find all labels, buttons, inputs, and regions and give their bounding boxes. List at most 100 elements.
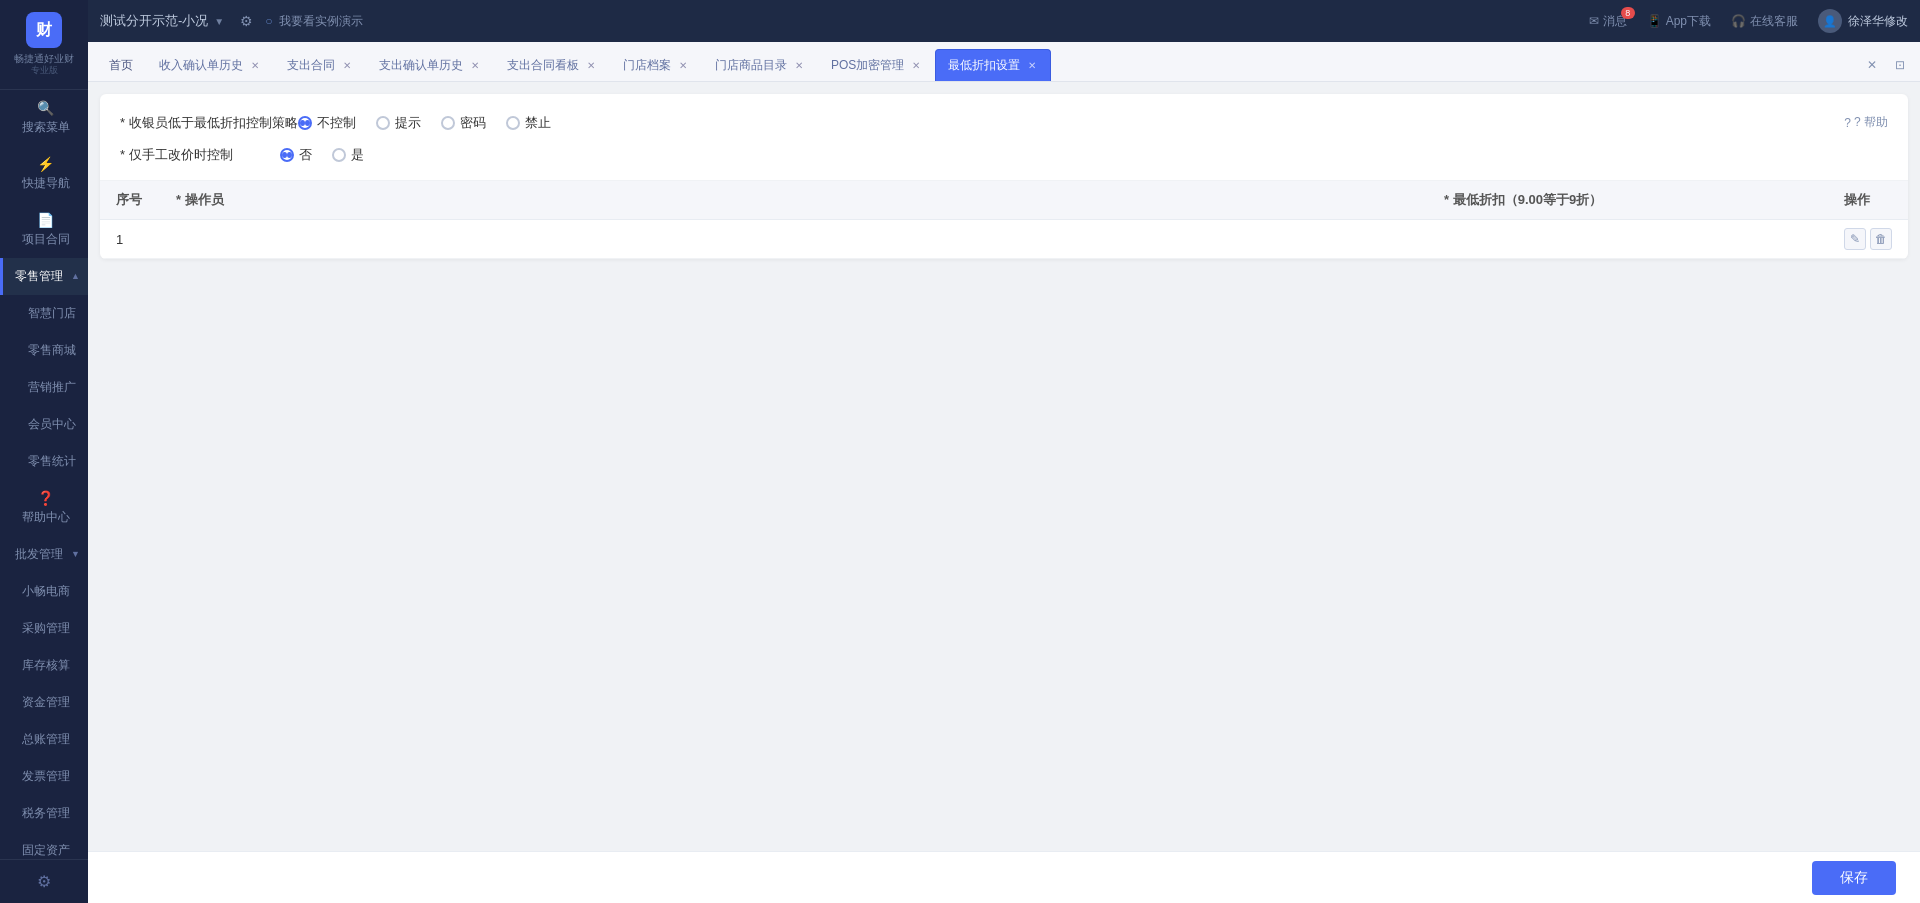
tab-discount-close[interactable]: ✕	[1026, 59, 1038, 72]
sidebar-item-marketing[interactable]: 营销推广	[0, 369, 88, 406]
radio-prohibit-circle	[506, 116, 520, 130]
help-link[interactable]: ? ? 帮助	[1844, 114, 1888, 131]
tab-payment-board[interactable]: 支出合同看板 ✕	[494, 49, 610, 81]
tab-income-close[interactable]: ✕	[249, 59, 261, 72]
tab-storegoods-close[interactable]: ✕	[793, 59, 805, 72]
radio-prohibit[interactable]: 禁止	[506, 114, 551, 132]
tab-payment-label: 支出合同	[287, 57, 335, 74]
col-action-header: 操作	[1828, 181, 1908, 220]
content-card: ? ? 帮助 * 收银员低于最低折扣控制策略 不控制	[100, 94, 1908, 259]
tab-pos-password[interactable]: POS加密管理 ✕	[818, 49, 935, 81]
sidebar-item-inventory-calc[interactable]: 库存核算	[0, 647, 88, 684]
control-strategy-radio-group: 不控制 提示 密码 禁止	[298, 114, 551, 132]
col-discount-header: * 最低折扣（9.00等于9折）	[1428, 181, 1828, 220]
project-dropdown-arrow: ▼	[214, 16, 224, 27]
sidebar-item-help-center[interactable]: ❓ 帮助中心	[0, 480, 88, 536]
sidebar-item-purchase-mgmt[interactable]: 采购管理	[0, 610, 88, 647]
message-icon: ✉	[1589, 14, 1599, 28]
tab-discount-label: 最低折扣设置	[948, 57, 1020, 74]
topbar-demo[interactable]: ○ 我要看实例演示	[265, 13, 362, 30]
logo-text: 畅捷通好业财 专业版	[14, 52, 74, 77]
question-icon: ?	[1844, 116, 1851, 130]
sidebar-item-project-contract[interactable]: 📄 项目合同	[0, 202, 88, 258]
sidebar-item-tax-mgmt[interactable]: 税务管理	[0, 795, 88, 832]
form-row-control-strategy: * 收银员低于最低折扣控制策略 不控制 提示	[120, 114, 1888, 132]
delete-btn[interactable]: 🗑	[1870, 228, 1892, 250]
sidebar-item-invoice-mgmt[interactable]: 发票管理	[0, 758, 88, 795]
tab-home[interactable]: 首页	[96, 49, 146, 81]
cell-action: ✎ 🗑	[1828, 220, 1908, 259]
main-wrapper: 测试分开示范-小况 ▼ ⚙ ○ 我要看实例演示 ✉ 消息 8 📱 App下载 🎧…	[88, 0, 1920, 903]
radio-no-control[interactable]: 不控制	[298, 114, 356, 132]
radio-password[interactable]: 密码	[441, 114, 486, 132]
radio-no[interactable]: 否	[280, 146, 312, 164]
sidebar-item-smart-store[interactable]: 智慧门店	[0, 295, 88, 332]
tab-payment-close[interactable]: ✕	[341, 59, 353, 72]
control-strategy-label: * 收银员低于最低折扣控制策略	[120, 114, 298, 132]
chevron-down-icon: ▼	[71, 549, 80, 559]
radio-yes[interactable]: 是	[332, 146, 364, 164]
radio-password-circle	[441, 116, 455, 130]
sidebar-item-search[interactable]: 🔍 搜索菜单	[0, 90, 88, 146]
topbar-messages[interactable]: ✉ 消息 8	[1589, 13, 1627, 30]
topbar-settings-icon[interactable]: ⚙	[240, 13, 253, 29]
tab-store-file[interactable]: 门店档案 ✕	[610, 49, 702, 81]
sidebar-item-ledger-mgmt[interactable]: 总账管理	[0, 721, 88, 758]
search-icon: 🔍	[37, 100, 54, 116]
project-name: 测试分开示范-小况	[100, 12, 208, 30]
headphone-icon: 🎧	[1731, 14, 1746, 28]
tab-payconf-label: 支出确认单历史	[379, 57, 463, 74]
sidebar-item-retail-stats[interactable]: 零售统计	[0, 443, 88, 480]
tab-payment-contract[interactable]: 支出合同 ✕	[274, 49, 366, 81]
table-row: 1 ✎ 🗑	[100, 220, 1908, 259]
tab-payconf-close[interactable]: ✕	[469, 59, 481, 72]
sidebar-item-ecommerce[interactable]: 小畅电商	[0, 573, 88, 610]
sidebar-item-member-center[interactable]: 会员中心	[0, 406, 88, 443]
save-button[interactable]: 保存	[1812, 861, 1896, 895]
help-icon: ❓	[37, 490, 54, 506]
action-btns: ✎ 🗑	[1844, 228, 1892, 250]
sidebar: 财 畅捷通好业财 专业版 🔍 搜索菜单 ⚡ 快捷导航 📄 项目合同 零售管理 ▲…	[0, 0, 88, 903]
manual-control-label: * 仅手工改价时控制	[120, 146, 280, 164]
sidebar-item-retail-mall[interactable]: 零售商城	[0, 332, 88, 369]
tab-board-close[interactable]: ✕	[585, 59, 597, 72]
tab-storegoods-label: 门店商品目录	[715, 57, 787, 74]
tab-min-discount[interactable]: 最低折扣设置 ✕	[935, 49, 1051, 81]
tab-income-confirm[interactable]: 收入确认单历史 ✕	[146, 49, 274, 81]
sidebar-item-fixed-assets[interactable]: 固定资产	[0, 832, 88, 859]
topbar: 测试分开示范-小况 ▼ ⚙ ○ 我要看实例演示 ✉ 消息 8 📱 App下载 🎧…	[88, 0, 1920, 42]
settings-gear-icon[interactable]: ⚙	[37, 872, 51, 891]
topbar-user[interactable]: 👤 徐泽华修改	[1818, 9, 1908, 33]
project-icon: 📄	[37, 212, 54, 228]
form-row-manual-control: * 仅手工改价时控制 否 是	[120, 146, 1888, 164]
tab-storefile-label: 门店档案	[623, 57, 671, 74]
radio-remind[interactable]: 提示	[376, 114, 421, 132]
tab-more-btn[interactable]: ⊡	[1888, 53, 1912, 77]
topbar-online-support[interactable]: 🎧 在线客服	[1731, 13, 1798, 30]
tab-payment-confirm[interactable]: 支出确认单历史 ✕	[366, 49, 494, 81]
data-table: 序号 * 操作员 * 最低折扣（9.00等于9折） 操作	[100, 181, 1908, 259]
tab-pos-label: POS加密管理	[831, 57, 904, 74]
cell-seq: 1	[100, 220, 160, 259]
tab-storefile-close[interactable]: ✕	[677, 59, 689, 72]
tab-income-label: 收入确认单历史	[159, 57, 243, 74]
circle-icon: ○	[265, 14, 272, 28]
edit-btn[interactable]: ✎	[1844, 228, 1866, 250]
sidebar-item-wholesale-mgmt[interactable]: 批发管理 ▼	[0, 536, 88, 573]
radio-no-control-circle	[298, 116, 312, 130]
col-seq-header: 序号	[100, 181, 160, 220]
topbar-app-download[interactable]: 📱 App下载	[1647, 13, 1711, 30]
sidebar-item-quick-nav[interactable]: ⚡ 快捷导航	[0, 146, 88, 202]
tab-close-btn[interactable]: ✕	[1860, 53, 1884, 77]
topbar-right: ✉ 消息 8 📱 App下载 🎧 在线客服 👤 徐泽华修改	[1589, 9, 1908, 33]
cell-operator	[160, 220, 1428, 259]
card-form: ? ? 帮助 * 收银员低于最低折扣控制策略 不控制	[100, 94, 1908, 181]
sidebar-item-retail-mgmt[interactable]: 零售管理 ▲	[0, 258, 88, 295]
tab-pos-close[interactable]: ✕	[910, 59, 922, 72]
tab-home-label: 首页	[109, 57, 133, 74]
radio-yes-circle	[332, 148, 346, 162]
sidebar-item-finance-mgmt[interactable]: 资金管理	[0, 684, 88, 721]
avatar: 👤	[1818, 9, 1842, 33]
tab-store-goods[interactable]: 门店商品目录 ✕	[702, 49, 818, 81]
topbar-project[interactable]: 测试分开示范-小况 ▼	[100, 12, 224, 30]
